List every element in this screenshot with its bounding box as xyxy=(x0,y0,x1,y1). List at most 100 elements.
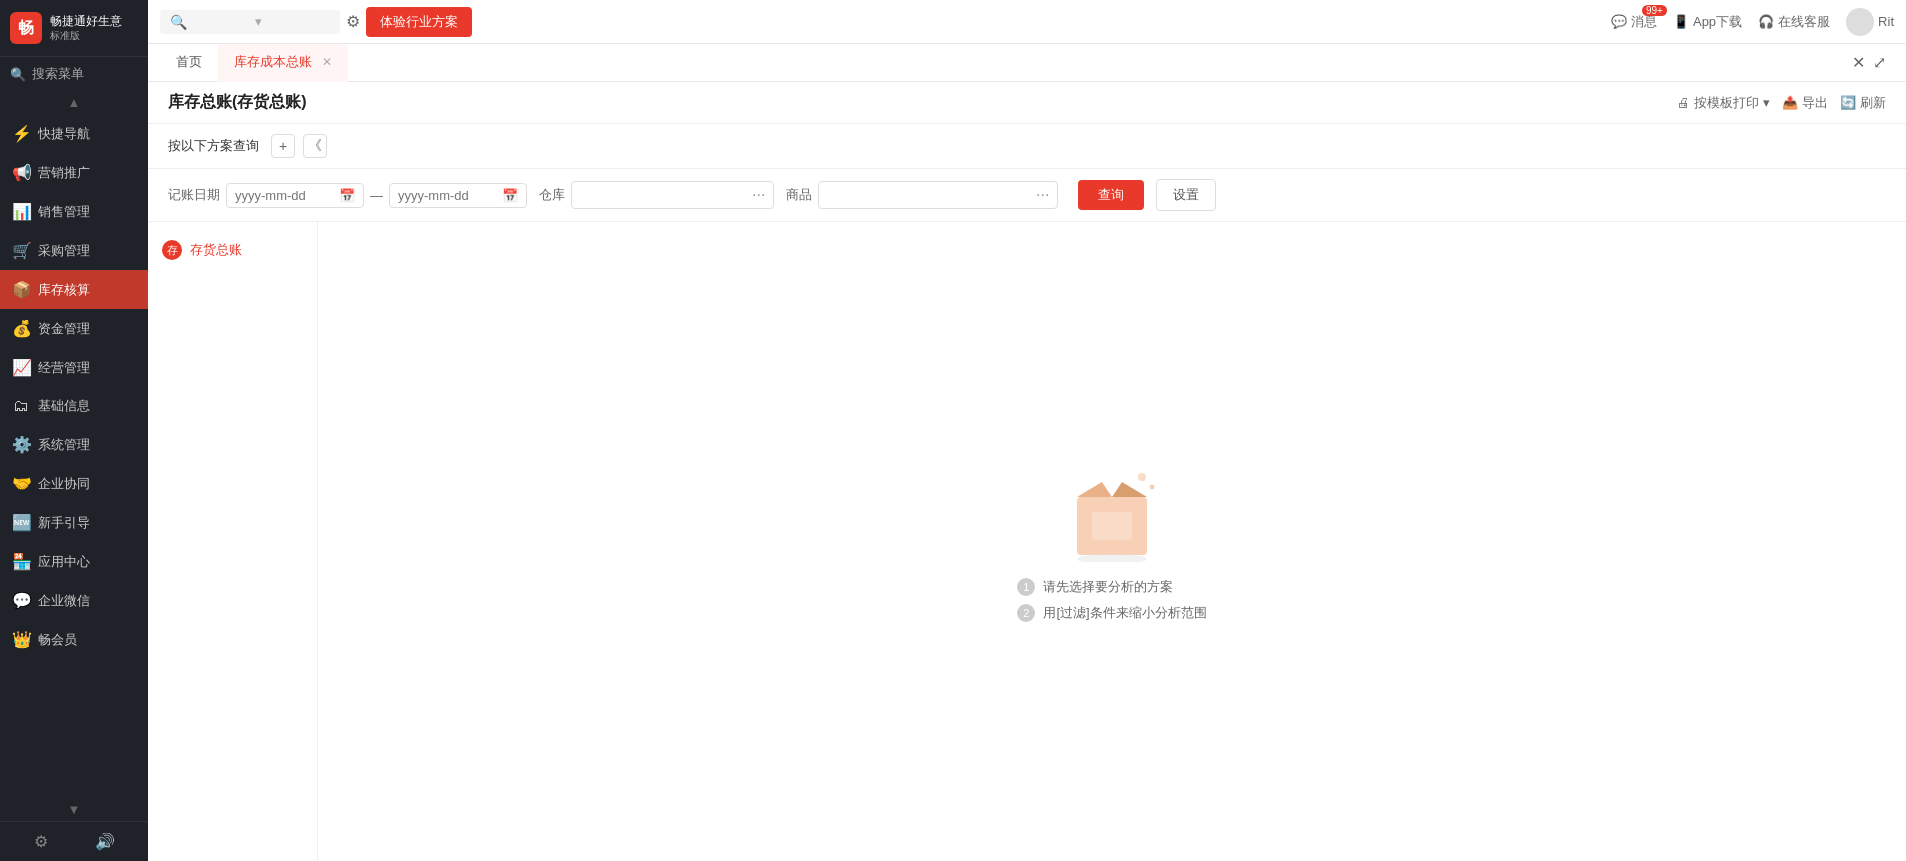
panel-close-btn[interactable]: ✕ xyxy=(1852,53,1865,72)
sidebar-logo: 畅 畅捷通好生意 标准版 xyxy=(0,0,148,57)
nav-icon-cooperation: 🤝 xyxy=(12,474,30,493)
nav-label-vip: 畅会员 xyxy=(38,631,77,649)
footer-speaker-btn[interactable]: 🔊 xyxy=(95,832,115,851)
nav-label-operation: 经营管理 xyxy=(38,359,90,377)
filter-label: 按以下方案查询 xyxy=(168,137,259,155)
user-avatar[interactable]: Rit xyxy=(1846,8,1894,36)
scheme-item-inventory-ledger[interactable]: 存 存货总账 xyxy=(148,232,317,268)
calendar-end-icon[interactable]: 📅 xyxy=(502,188,518,203)
sidebar-nav: ⚡ 快捷导航 📢 营销推广 📊 销售管理 🛒 采购管理 📦 库存核算 💰 资金管… xyxy=(0,114,148,798)
sidebar-item-inventory[interactable]: 📦 库存核算 xyxy=(0,270,148,309)
date-label: 记账日期 xyxy=(168,186,220,204)
sidebar-item-cooperation[interactable]: 🤝 企业协同 xyxy=(0,464,148,503)
service-icon: 🎧 xyxy=(1758,14,1774,29)
nav-icon-purchase: 🛒 xyxy=(12,241,30,260)
app-label: App下载 xyxy=(1693,13,1742,31)
filter-bar: 按以下方案查询 + 《 xyxy=(148,124,1906,169)
sidebar-item-appstore[interactable]: 🏪 应用中心 xyxy=(0,542,148,581)
tip-text-2: 用[过滤]条件来缩小分析范围 xyxy=(1043,604,1206,622)
nav-label-purchase: 采购管理 xyxy=(38,242,90,260)
message-btn[interactable]: 💬 消息 99+ xyxy=(1611,13,1657,31)
svg-point-3 xyxy=(1150,484,1155,489)
goods-more-btn[interactable]: ··· xyxy=(1036,186,1049,204)
nav-icon-vip: 👑 xyxy=(12,630,30,649)
topbar-left: 🔍 ▾ ⚙ 体验行业方案 xyxy=(160,7,1603,37)
service-label: 在线客服 xyxy=(1778,13,1830,31)
refresh-label: 刷新 xyxy=(1860,94,1886,112)
sidebar-item-guide[interactable]: 🆕 新手引导 xyxy=(0,503,148,542)
nav-label-system: 系统管理 xyxy=(38,436,90,454)
nav-icon-wechat: 💬 xyxy=(12,591,30,610)
tip-num-2: 2 xyxy=(1017,604,1035,622)
filter-goods-field: 商品 ··· xyxy=(786,181,1058,209)
panel-top-right: ✕ ⤢ xyxy=(1844,53,1894,72)
sidebar-scroll-down[interactable]: ▼ xyxy=(0,798,148,821)
avatar-img xyxy=(1846,8,1874,36)
warehouse-more-btn[interactable]: ··· xyxy=(752,186,765,204)
tab-inventory-cost[interactable]: 库存成本总账 ✕ xyxy=(218,44,348,82)
message-icon: 💬 xyxy=(1611,14,1627,29)
nav-label-cooperation: 企业协同 xyxy=(38,475,90,493)
nav-icon-guide: 🆕 xyxy=(12,513,30,532)
date-end-input[interactable] xyxy=(398,188,498,203)
industry-btn[interactable]: 体验行业方案 xyxy=(366,7,472,37)
topbar: 🔍 ▾ ⚙ 体验行业方案 💬 消息 99+ 📱 App下载 🎧 在线客服 xyxy=(148,0,1906,44)
print-icon: 🖨 xyxy=(1677,95,1690,110)
message-badge: 99+ xyxy=(1642,5,1667,16)
sidebar-scroll-up[interactable]: ▲ xyxy=(0,91,148,114)
topbar-gear-btn[interactable]: ⚙ xyxy=(346,12,360,31)
page-actions: 🖨 按模板打印 ▾ 📤 导出 🔄 刷新 xyxy=(1677,94,1886,112)
sidebar-item-sales[interactable]: 📊 销售管理 xyxy=(0,192,148,231)
date-start-input-wrap[interactable]: 📅 xyxy=(226,183,364,208)
nav-label-sales: 销售管理 xyxy=(38,203,90,221)
sidebar-item-finance[interactable]: 💰 资金管理 xyxy=(0,309,148,348)
refresh-btn[interactable]: 🔄 刷新 xyxy=(1840,94,1886,112)
nav-icon-appstore: 🏪 xyxy=(12,552,30,571)
topbar-right: 💬 消息 99+ 📱 App下载 🎧 在线客服 Rit xyxy=(1611,8,1894,36)
calendar-start-icon[interactable]: 📅 xyxy=(339,188,355,203)
sidebar-search-label: 搜索菜单 xyxy=(32,65,84,83)
topbar-dropdown-icon[interactable]: ▾ xyxy=(255,14,262,29)
empty-tip-2: 2 用[过滤]条件来缩小分析范围 xyxy=(1017,604,1206,622)
tab-home[interactable]: 首页 xyxy=(160,44,218,82)
sidebar-item-marketing[interactable]: 📢 营销推广 xyxy=(0,153,148,192)
sidebar-item-quick-nav[interactable]: ⚡ 快捷导航 xyxy=(0,114,148,153)
sidebar-item-system[interactable]: ⚙️ 系统管理 xyxy=(0,425,148,464)
sidebar-footer: ⚙ 🔊 xyxy=(0,821,148,861)
date-end-input-wrap[interactable]: 📅 xyxy=(389,183,527,208)
tab-close-btn[interactable]: ✕ xyxy=(322,55,332,69)
warehouse-input[interactable] xyxy=(580,188,748,203)
settings-btn[interactable]: 设置 xyxy=(1156,179,1216,211)
nav-label-marketing: 营销推广 xyxy=(38,164,90,182)
footer-settings-btn[interactable]: ⚙ xyxy=(34,832,48,851)
sidebar-item-operation[interactable]: 📈 经营管理 xyxy=(0,348,148,387)
panel-expand-btn[interactable]: ⤢ xyxy=(1873,53,1886,72)
topbar-search-area[interactable]: 🔍 ▾ xyxy=(160,10,340,34)
scheme-icon-inventory: 存 xyxy=(162,240,182,260)
goods-label: 商品 xyxy=(786,186,812,204)
sidebar-item-wechat[interactable]: 💬 企业微信 xyxy=(0,581,148,620)
sidebar-item-vip[interactable]: 👑 畅会员 xyxy=(0,620,148,659)
sidebar-search[interactable]: 🔍 搜索菜单 xyxy=(0,57,148,91)
export-btn[interactable]: 📤 导出 xyxy=(1782,94,1828,112)
goods-input-wrap[interactable]: ··· xyxy=(818,181,1058,209)
sidebar-item-basic[interactable]: 🗂 基础信息 xyxy=(0,387,148,425)
logo-icon: 畅 xyxy=(10,12,42,44)
nav-label-inventory: 库存核算 xyxy=(38,281,90,299)
online-service-btn[interactable]: 🎧 在线客服 xyxy=(1758,13,1830,31)
page-header: 库存总账(存货总账) 🖨 按模板打印 ▾ 📤 导出 🔄 刷新 xyxy=(148,82,1906,124)
filter-collapse-btn[interactable]: 《 xyxy=(303,134,327,158)
logo-text: 畅捷通好生意 标准版 xyxy=(50,14,122,43)
print-btn[interactable]: 🖨 按模板打印 ▾ xyxy=(1677,94,1770,112)
filter-add-btn[interactable]: + xyxy=(271,134,295,158)
nav-label-basic: 基础信息 xyxy=(38,397,90,415)
warehouse-input-wrap[interactable]: ··· xyxy=(571,181,774,209)
app-download-btn[interactable]: 📱 App下载 xyxy=(1673,13,1742,31)
sidebar-item-purchase[interactable]: 🛒 采购管理 xyxy=(0,231,148,270)
goods-input[interactable] xyxy=(827,188,1032,203)
nav-icon-system: ⚙️ xyxy=(12,435,30,454)
date-start-input[interactable] xyxy=(235,188,335,203)
query-btn[interactable]: 查询 xyxy=(1078,180,1144,210)
svg-point-4 xyxy=(1077,554,1147,562)
nav-icon-quick: ⚡ xyxy=(12,124,30,143)
